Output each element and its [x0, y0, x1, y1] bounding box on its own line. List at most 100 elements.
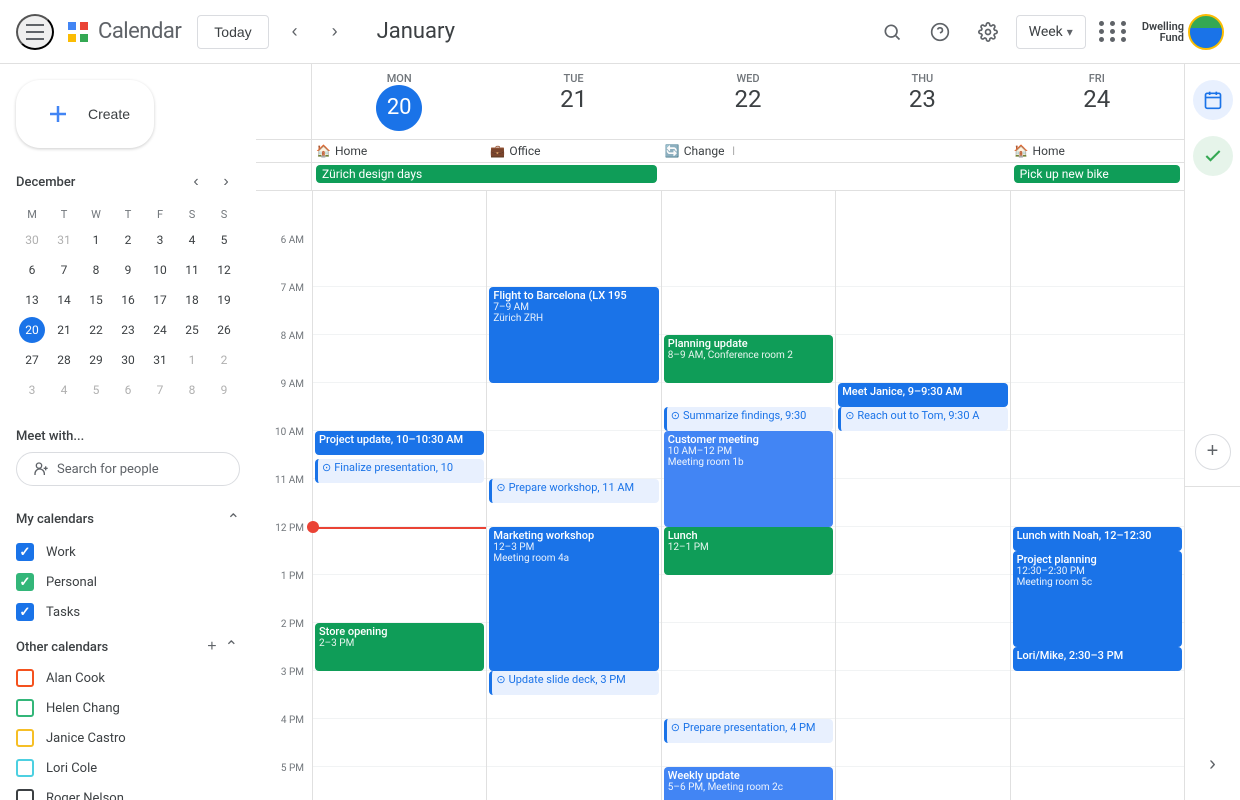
mini-day-cell[interactable]: 26 — [211, 317, 237, 343]
next-button[interactable]: › — [317, 14, 353, 50]
other-calendar-label: Janice Castro — [46, 731, 126, 746]
other-calendars-chevron-button[interactable]: ⌃ — [223, 635, 240, 659]
right-sidebar-calendar-icon[interactable] — [1193, 80, 1233, 120]
mini-day-cell[interactable]: 8 — [179, 377, 205, 403]
mini-day-cell[interactable]: 23 — [115, 317, 141, 343]
event-summarize-findings[interactable]: ⊙Summarize findings, 9:30 — [664, 407, 833, 431]
mini-day-cell[interactable]: 9 — [211, 377, 237, 403]
collapse-button[interactable]: › — [1193, 744, 1233, 784]
user-account[interactable]: Dwelling Fund — [1142, 14, 1224, 50]
event-project-update[interactable]: Project update, 10–10:30 AM — [315, 431, 484, 455]
mini-day-cell[interactable]: 6 — [19, 257, 45, 283]
event-customer-meeting[interactable]: Customer meeting 10 AM–12 PM Meeting roo… — [664, 431, 833, 527]
mini-day-cell[interactable]: 20 — [19, 317, 45, 343]
mini-day-cell[interactable]: 16 — [115, 287, 141, 313]
mini-prev-button[interactable]: ‹ — [182, 168, 210, 196]
mini-day-cell[interactable]: 29 — [83, 347, 109, 373]
my-calendar-item[interactable]: ✓Personal — [16, 567, 240, 597]
add-button[interactable]: + — [1195, 434, 1231, 470]
event-store-opening[interactable]: Store opening 2–3 PM — [315, 623, 484, 671]
allday-event-zurich[interactable]: Zürich design days — [316, 165, 657, 183]
other-calendar-item[interactable]: Alan Cook — [16, 663, 240, 693]
add-other-calendar-button[interactable]: + — [205, 635, 218, 659]
event-lori-mike[interactable]: Lori/Mike, 2:30–3 PM — [1013, 647, 1182, 671]
other-calendar-item[interactable]: Lori Cole — [16, 753, 240, 783]
mini-day-cell[interactable]: 4 — [179, 227, 205, 253]
apps-button[interactable] — [1094, 12, 1134, 52]
event-marketing-workshop[interactable]: Marketing workshop 12–3 PM Meeting room … — [489, 527, 658, 671]
mini-day-cell[interactable]: 4 — [51, 377, 77, 403]
create-button[interactable]: Create — [16, 80, 154, 148]
mini-day-cell[interactable]: 19 — [211, 287, 237, 313]
current-time-dot — [307, 521, 319, 533]
help-button[interactable] — [920, 12, 960, 52]
prev-button[interactable]: ‹ — [277, 14, 313, 50]
event-planning-update[interactable]: Planning update 8–9 AM, Conference room … — [664, 335, 833, 383]
mini-cal-title: December — [16, 175, 75, 190]
event-finalize-presentation[interactable]: ⊙Finalize presentation, 10 — [315, 459, 484, 483]
office-icon-tue: 💼 — [490, 144, 505, 158]
menu-button[interactable] — [16, 14, 54, 50]
other-calendars-header[interactable]: Other calendars + ⌃ — [16, 635, 240, 659]
right-sidebar-check-icon[interactable] — [1193, 136, 1233, 176]
event-flight-barcelona[interactable]: Flight to Barcelona (LX 195 7–9 AM Züric… — [489, 287, 658, 383]
mini-day-cell[interactable]: 1 — [83, 227, 109, 253]
other-calendar-item[interactable]: Helen Chang — [16, 693, 240, 723]
allday-zurich[interactable]: Zürich design days — [312, 163, 661, 190]
mini-day-cell[interactable]: 5 — [211, 227, 237, 253]
mini-day-cell[interactable]: 31 — [51, 227, 77, 253]
mini-day-cell[interactable]: 7 — [51, 257, 77, 283]
mini-next-button[interactable]: › — [212, 168, 240, 196]
mini-day-cell[interactable]: 6 — [115, 377, 141, 403]
event-prepare-presentation[interactable]: ⊙Prepare presentation, 4 PM — [664, 719, 833, 743]
mini-day-cell[interactable]: 30 — [19, 227, 45, 253]
mini-day-cell[interactable]: 24 — [147, 317, 173, 343]
event-prepare-workshop[interactable]: ⊙Prepare workshop, 11 AM — [489, 479, 658, 503]
mini-day-cell[interactable]: 18 — [179, 287, 205, 313]
settings-button[interactable] — [968, 12, 1008, 52]
view-select[interactable]: Week ▾ — [1016, 15, 1086, 49]
mini-day-cell[interactable]: 28 — [51, 347, 77, 373]
day-header-mon: MON 20 — [312, 64, 486, 139]
my-calendars-header[interactable]: My calendars ⌃ — [16, 502, 240, 537]
mini-day-cell[interactable]: 7 — [147, 377, 173, 403]
mini-day-cell[interactable]: 3 — [19, 377, 45, 403]
search-button[interactable] — [872, 12, 912, 52]
mini-day-cell[interactable]: 27 — [19, 347, 45, 373]
mini-day-cell[interactable]: 13 — [19, 287, 45, 313]
mini-day-cell[interactable]: 30 — [115, 347, 141, 373]
mini-day-cell[interactable]: 8 — [83, 257, 109, 283]
my-calendar-item[interactable]: ✓Tasks — [16, 597, 240, 627]
mini-day-cell[interactable]: 5 — [83, 377, 109, 403]
event-lunch[interactable]: Lunch 12–1 PM — [664, 527, 833, 575]
mini-day-cell[interactable]: 22 — [83, 317, 109, 343]
mini-day-cell[interactable]: 11 — [179, 257, 205, 283]
mini-day-cell[interactable]: 10 — [147, 257, 173, 283]
mini-day-cell[interactable]: 25 — [179, 317, 205, 343]
other-calendar-item[interactable]: Roger Nelson — [16, 783, 240, 800]
allday-event-bike[interactable]: Pick up new bike — [1014, 165, 1180, 183]
mini-day-cell[interactable]: 12 — [211, 257, 237, 283]
mini-day-cell[interactable]: 2 — [211, 347, 237, 373]
mini-day-cell[interactable]: 31 — [147, 347, 173, 373]
search-people-button[interactable]: Search for people — [16, 452, 240, 486]
mini-day-cell[interactable]: 21 — [51, 317, 77, 343]
mini-day-cell[interactable]: 15 — [83, 287, 109, 313]
today-button[interactable]: Today — [197, 15, 268, 49]
allday-fri[interactable]: Pick up new bike — [1010, 163, 1184, 190]
mini-day-cell[interactable]: 17 — [147, 287, 173, 313]
event-reach-out-tom[interactable]: ⊙Reach out to Tom, 9:30 A — [838, 407, 1007, 431]
mini-day-cell[interactable]: 2 — [115, 227, 141, 253]
mini-day-cell[interactable]: 3 — [147, 227, 173, 253]
event-weekly-update[interactable]: Weekly update 5–6 PM, Meeting room 2c — [664, 767, 833, 800]
mini-day-cell[interactable]: 9 — [115, 257, 141, 283]
mini-day-cell[interactable]: 14 — [51, 287, 77, 313]
event-meet-janice[interactable]: Meet Janice, 9–9:30 AM — [838, 383, 1007, 407]
my-calendar-item[interactable]: ✓Work — [16, 537, 240, 567]
event-lunch-noah[interactable]: Lunch with Noah, 12–12:30 — [1013, 527, 1182, 551]
event-update-slide-deck[interactable]: ⊙Update slide deck, 3 PM — [489, 671, 658, 695]
event-project-planning[interactable]: Project planning 12:30–2:30 PM Meeting r… — [1013, 551, 1182, 647]
location-wed[interactable]: 🔄 Change | — [661, 140, 835, 162]
mini-day-cell[interactable]: 1 — [179, 347, 205, 373]
other-calendar-item[interactable]: Janice Castro — [16, 723, 240, 753]
